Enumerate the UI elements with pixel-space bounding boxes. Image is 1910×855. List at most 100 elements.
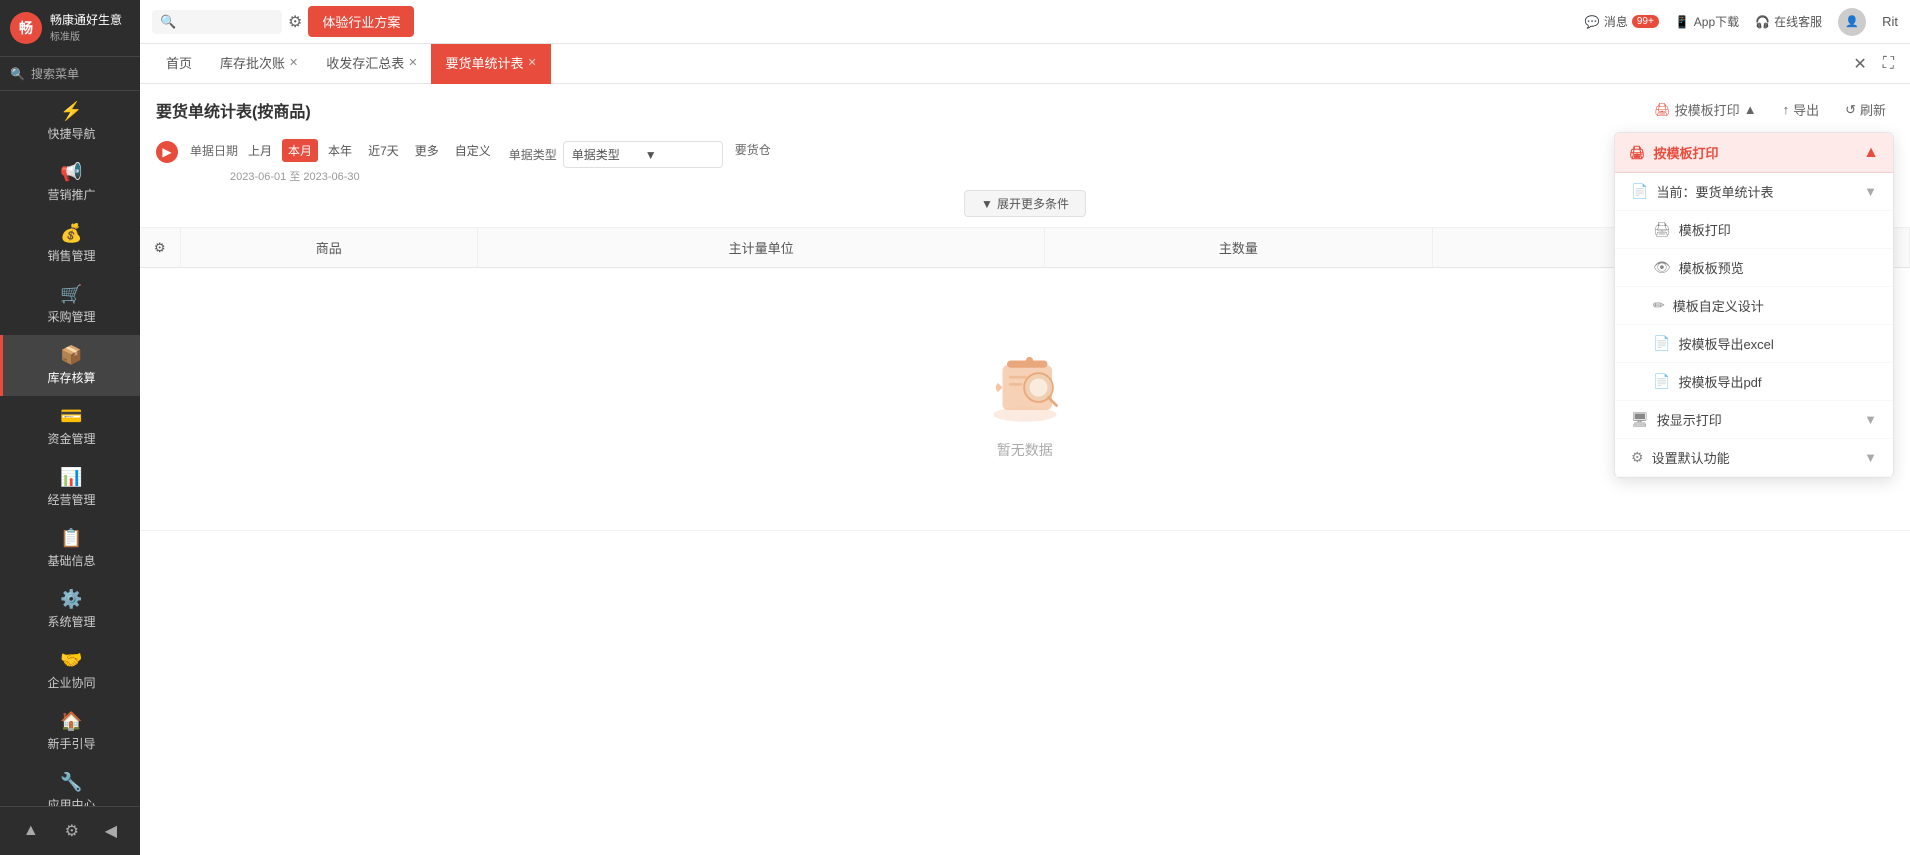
- sidebar-item-finance[interactable]: 💳 资金管理: [0, 396, 140, 457]
- guide-icon: 🏠: [60, 711, 82, 732]
- date-filter-row: 单据日期 上月 本月 本年 近7天 更多 自定义: [190, 139, 497, 162]
- tabs-bar: 首页 库存批次账 ✕ 收发存汇总表 ✕ 要货单统计表 ✕ ✕ ⛶: [140, 44, 1910, 84]
- search-box[interactable]: 🔍: [152, 10, 282, 34]
- print-dropdown-title: 🖨 按模板打印: [1629, 143, 1719, 162]
- printer-icon: 🖨: [1654, 102, 1671, 118]
- print-dropdown-header: 🖨 按模板打印 ▲: [1615, 133, 1893, 173]
- expand-more-button[interactable]: ▼ 展开更多条件: [964, 190, 1086, 217]
- print-dropdown-printer-icon: 🖨: [1629, 145, 1646, 161]
- expand-icon: ▼: [981, 197, 993, 211]
- topbar-gear-button[interactable]: ⚙: [288, 12, 302, 32]
- export-button[interactable]: ↑ 导出: [1775, 96, 1828, 123]
- sidebar-item-operation[interactable]: 📊 经营管理: [0, 457, 140, 518]
- tab-close-receipt-summary[interactable]: ✕: [408, 56, 417, 69]
- sidebar-item-cooperation[interactable]: 🤝 企业协同: [0, 640, 140, 701]
- template-export-excel-item[interactable]: 📄 按模板导出excel: [1615, 325, 1893, 363]
- template-print-item[interactable]: 🖨 模板打印: [1615, 211, 1893, 249]
- sidebar-item-basic[interactable]: 📋 基础信息: [0, 518, 140, 579]
- tab-maximize-button[interactable]: ⛶: [1879, 51, 1898, 77]
- date-btn-more[interactable]: 更多: [409, 139, 445, 162]
- sidebar-scroll-up[interactable]: ▲: [19, 818, 43, 844]
- sidebar-nav: ⚡ 快捷导航 📢 营销推广 💰 销售管理 🛒 采购管理 📦 库存核算 💳 资金管…: [0, 91, 140, 806]
- topbar-search-input[interactable]: [180, 15, 260, 29]
- print-dropdown: 🖨 按模板打印 ▲ 📄 当前：要货单统计表 ▼: [1614, 132, 1894, 478]
- sidebar-item-guide[interactable]: 🏠 新手引导: [0, 701, 140, 762]
- user-icon: 👤: [1845, 15, 1859, 28]
- sidebar-item-sales[interactable]: 💰 销售管理: [0, 213, 140, 274]
- tab-receipt-summary[interactable]: 收发存汇总表 ✕: [312, 44, 431, 84]
- settings-gear-btn[interactable]: ⚙: [61, 817, 83, 845]
- sidebar-item-purchase[interactable]: 🛒 采购管理: [0, 274, 140, 335]
- tab-close-order-stats[interactable]: ✕: [528, 56, 537, 69]
- main-area: 🔍 ⚙ 体验行业方案 💬 消息 99+ 📱 App下载 🎧 在线客服 👤: [140, 0, 1910, 855]
- template-preview-item[interactable]: 👁 模板板预览: [1615, 249, 1893, 287]
- trial-button[interactable]: 体验行业方案: [308, 6, 414, 37]
- date-btn-prev-month[interactable]: 上月: [242, 139, 278, 162]
- template-export-pdf-icon: 📄: [1653, 373, 1670, 390]
- topbar: 🔍 ⚙ 体验行业方案 💬 消息 99+ 📱 App下载 🎧 在线客服 👤: [140, 0, 1910, 44]
- tab-batch-account[interactable]: 库存批次账 ✕: [206, 44, 312, 84]
- type-label: 单据类型: [509, 146, 557, 163]
- sidebar-logo: 畅 畅康通好生意 标准版: [0, 0, 140, 57]
- date-btn-current-year[interactable]: 本年: [322, 139, 358, 162]
- inventory-icon: 📦: [60, 345, 82, 366]
- topbar-left: 🔍 ⚙ 体验行业方案: [152, 6, 1577, 37]
- page-title: 要货单统计表(按商品): [156, 98, 311, 122]
- template-preview-icon: 👁: [1653, 259, 1671, 276]
- sidebar-collapse-btn[interactable]: ◀: [101, 817, 121, 845]
- display-print-label: 🖥 按显示打印: [1631, 410, 1722, 429]
- print-template-button[interactable]: 🖨 按模板打印 ▲: [1646, 96, 1764, 123]
- default-function-item[interactable]: ⚙ 设置默认功能 ▼: [1615, 439, 1893, 477]
- type-dropdown[interactable]: 单据类型 ▼: [563, 141, 723, 168]
- template-export-excel-icon: 📄: [1653, 335, 1670, 352]
- date-btn-last-7days[interactable]: 近7天: [362, 139, 405, 162]
- display-print-item[interactable]: 🖥 按显示打印 ▼: [1615, 401, 1893, 439]
- col-product: 商品: [180, 228, 478, 268]
- system-icon: ⚙️: [60, 589, 82, 610]
- sidebar-item-inventory[interactable]: 📦 库存核算: [0, 335, 140, 396]
- template-export-pdf-item[interactable]: 📄 按模板导出pdf: [1615, 363, 1893, 401]
- default-function-arrow: ▼: [1864, 450, 1877, 465]
- empty-text: 暂无数据: [997, 440, 1053, 460]
- sidebar-search[interactable]: 🔍 搜索菜单: [0, 57, 140, 91]
- content-area: 要货单统计表(按商品) 🖨 按模板打印 ▲ ↑ 导出 ↺ 刷新: [140, 84, 1910, 855]
- sidebar-item-marketing[interactable]: 📢 营销推广: [0, 152, 140, 213]
- tab-home[interactable]: 首页: [152, 44, 206, 84]
- user-avatar[interactable]: 👤: [1838, 8, 1866, 36]
- logo-text: 畅康通好生意 标准版: [50, 13, 122, 44]
- message-badge: 99+: [1632, 15, 1659, 28]
- filter-toggle: ▶: [156, 141, 178, 163]
- sidebar: 畅 畅康通好生意 标准版 🔍 搜索菜单 ⚡ 快捷导航 📢 营销推广 💰 销售管理…: [0, 0, 140, 855]
- message-button[interactable]: 💬 消息 99+: [1585, 13, 1659, 30]
- filter-collapse-btn[interactable]: ▶: [156, 141, 178, 163]
- date-btn-custom[interactable]: 自定义: [449, 139, 497, 162]
- purchase-icon: 🛒: [60, 284, 82, 305]
- app-download-button[interactable]: 📱 App下载: [1675, 13, 1739, 30]
- marketing-icon: 📢: [60, 162, 82, 183]
- goods-label: 要货仓: [735, 141, 771, 158]
- refresh-icon: ↺: [1845, 102, 1856, 118]
- date-btn-current-month[interactable]: 本月: [282, 139, 318, 162]
- col-settings[interactable]: ⚙: [140, 228, 180, 268]
- print-current-item[interactable]: 📄 当前：要货单统计表 ▼: [1615, 173, 1893, 211]
- template-custom-item[interactable]: ✏ 模板自定义设计: [1615, 287, 1893, 325]
- type-dropdown-arrow: ▼: [645, 148, 714, 162]
- sidebar-item-quick-nav[interactable]: ⚡ 快捷导航: [0, 91, 140, 152]
- app-center-icon: 🔧: [60, 772, 82, 793]
- online-service-button[interactable]: 🎧 在线客服: [1755, 13, 1822, 30]
- tab-close-batch-account[interactable]: ✕: [289, 56, 298, 69]
- export-icon: ↑: [1783, 102, 1790, 117]
- print-dropdown-close-button[interactable]: ▲: [1863, 144, 1879, 162]
- sidebar-bottom: ▲ ⚙ ◀: [0, 806, 140, 855]
- page-container: 要货单统计表(按商品) 🖨 按模板打印 ▲ ↑ 导出 ↺ 刷新: [140, 84, 1910, 855]
- tab-order-stats[interactable]: 要货单统计表 ✕: [431, 44, 550, 84]
- sidebar-item-system[interactable]: ⚙️ 系统管理: [0, 579, 140, 640]
- headset-icon: 🎧: [1755, 15, 1770, 29]
- tab-close-all-button[interactable]: ✕: [1849, 50, 1870, 78]
- sidebar-item-app-center[interactable]: 🔧 应用中心: [0, 762, 140, 806]
- date-range: 2023-06-01 至 2023-06-30: [190, 168, 360, 184]
- print-chevron-up-icon: ▲: [1744, 102, 1757, 117]
- refresh-button[interactable]: ↺ 刷新: [1837, 96, 1894, 123]
- date-filter: 单据日期 上月 本月 本年 近7天 更多 自定义 2023-06-01 至 20…: [190, 139, 497, 184]
- current-template-icon: 📄: [1631, 183, 1648, 200]
